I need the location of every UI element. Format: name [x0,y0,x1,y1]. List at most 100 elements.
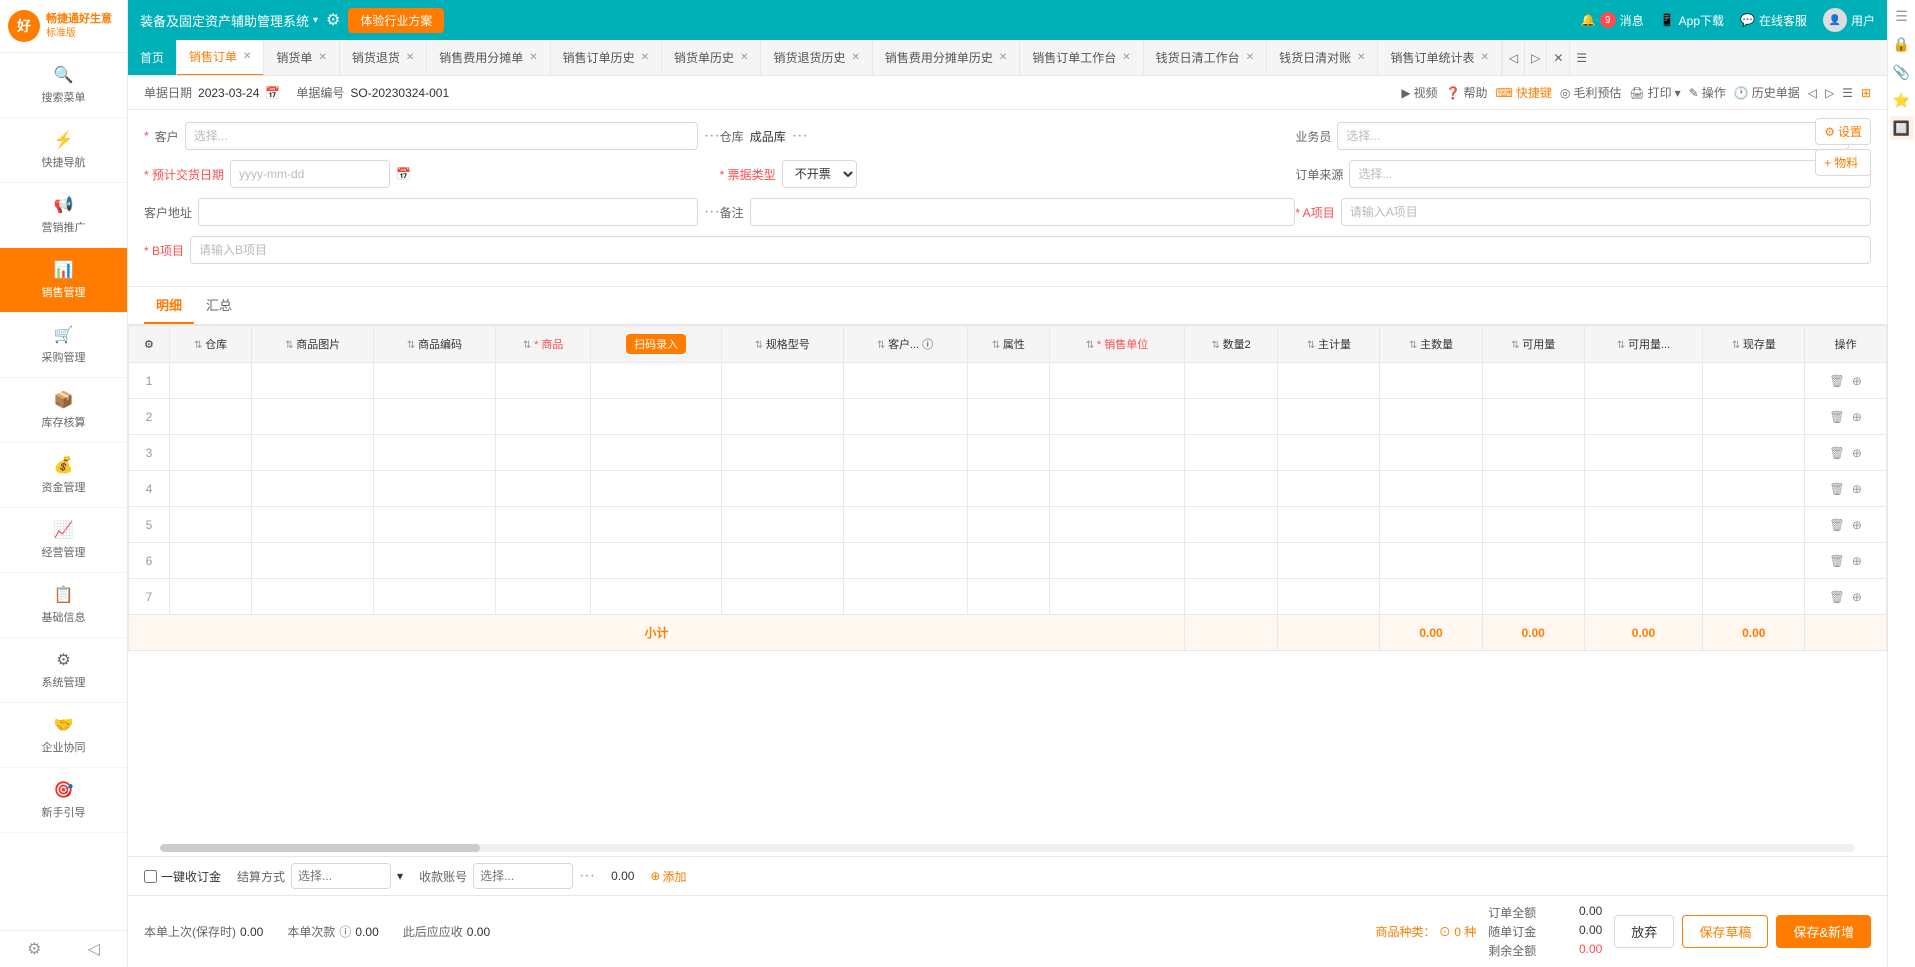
cell-6-12[interactable] [1482,543,1584,579]
cell-7-6[interactable] [843,579,967,615]
cell-2-4[interactable] [591,399,721,435]
cell-6-6[interactable] [843,543,967,579]
tab-close-all-btn[interactable]: ✕ [1546,40,1569,76]
tab-销售订单工作台[interactable]: 销售订单工作台✕ [1020,40,1143,76]
cell-5-7[interactable] [967,507,1049,543]
cell-1-0[interactable] [169,363,251,399]
col-available[interactable]: 可用量 [1482,326,1584,363]
cell-1-4[interactable] [591,363,721,399]
cell-3-0[interactable] [169,435,251,471]
tab-close-icon[interactable]: ✕ [1357,52,1365,63]
sidebar-item-营销推广[interactable]: 📢营销推广 [0,183,127,248]
sidebar-item-销售管理[interactable]: 📊销售管理 [0,248,127,313]
cell-6-0[interactable] [169,543,251,579]
system-settings-icon[interactable]: ⚙ [326,10,340,30]
add-button[interactable]: ⊕ 添加 [650,868,686,885]
cell-4-5[interactable] [721,471,843,507]
nav-prev-btn[interactable]: ◁ [1808,86,1817,100]
tab-销货单[interactable]: 销货单✕ [264,40,339,76]
right-panel-btn-1[interactable]: ☰ [1890,4,1914,28]
row-copy-icon[interactable]: ⊕ [1852,590,1862,604]
cell-3-13[interactable] [1584,435,1703,471]
cell-6-14[interactable] [1703,543,1805,579]
calendar-icon[interactable]: 📅 [265,86,280,100]
sidebar-item-系统管理[interactable]: ⚙系统管理 [0,638,127,703]
cell-4-3[interactable] [495,471,591,507]
tab-menu-btn[interactable]: ☰ [1569,40,1593,76]
cell-7-10[interactable] [1278,579,1380,615]
row-copy-icon[interactable]: ⊕ [1852,554,1862,568]
tab-close-icon[interactable]: ✕ [1246,52,1254,63]
cell-5-1[interactable] [252,507,374,543]
cell-4-9[interactable] [1184,471,1277,507]
tab-销售费用分摊单[interactable]: 销售费用分摊单✕ [427,40,550,76]
sidebar-item-采购管理[interactable]: 🛒采购管理 [0,313,127,378]
settings-bottom-icon[interactable]: ⚙ [27,939,41,959]
cell-3-10[interactable] [1278,435,1380,471]
address-more-icon[interactable]: ··· [704,203,720,221]
cell-3-12[interactable] [1482,435,1584,471]
cell-1-1[interactable] [252,363,374,399]
warehouse-more-icon[interactable]: ··· [792,127,808,145]
cell-6-13[interactable] [1584,543,1703,579]
cell-2-6[interactable] [843,399,967,435]
cell-3-14[interactable] [1703,435,1805,471]
col-product[interactable]: * 商品 [495,326,591,363]
row-copy-icon[interactable]: ⊕ [1852,446,1862,460]
right-panel-btn-5[interactable]: 🔲 [1890,116,1914,140]
cell-2-8[interactable] [1050,399,1185,435]
cell-1-13[interactable] [1584,363,1703,399]
col-sales-unit[interactable]: * 销售单位 [1050,326,1185,363]
row-copy-icon[interactable]: ⊕ [1852,518,1862,532]
cell-7-4[interactable] [591,579,721,615]
cell-2-2[interactable] [374,399,496,435]
cell-7-2[interactable] [374,579,496,615]
col-stock[interactable]: 现存量 [1703,326,1805,363]
operation-btn[interactable]: ✎ 操作 [1689,84,1726,101]
row-copy-icon[interactable]: ⊕ [1852,410,1862,424]
cell-1-2[interactable] [374,363,496,399]
sidebar-item-经营管理[interactable]: 📈经营管理 [0,508,127,573]
payment-input[interactable] [291,863,391,889]
date-value[interactable]: 2023-03-24 [198,86,259,100]
cell-6-8[interactable] [1050,543,1185,579]
b-project-input[interactable] [190,236,1871,264]
col-available2[interactable]: 可用量... [1584,326,1703,363]
cell-1-8[interactable] [1050,363,1185,399]
tab-detail[interactable]: 明细 [144,287,194,324]
cell-2-7[interactable] [967,399,1049,435]
row-delete-icon[interactable]: 🗑 [1829,590,1844,604]
number-value[interactable]: SO-20230324-001 [350,86,449,100]
row-delete-icon[interactable]: 🗑 [1829,410,1844,424]
account-input[interactable] [473,863,573,889]
cell-4-4[interactable] [591,471,721,507]
cell-5-5[interactable] [721,507,843,543]
cell-5-13[interactable] [1584,507,1703,543]
cell-7-3[interactable] [495,579,591,615]
right-panel-btn-4[interactable]: ⭐ [1890,88,1914,112]
tab-close-icon[interactable]: ✕ [1122,52,1130,63]
cell-1-7[interactable] [967,363,1049,399]
cell-4-13[interactable] [1584,471,1703,507]
row-delete-icon[interactable]: 🗑 [1829,518,1844,532]
cell-2-14[interactable] [1703,399,1805,435]
sidebar-item-库存核算[interactable]: 📦库存核算 [0,378,127,443]
cell-1-5[interactable] [721,363,843,399]
layout-list-btn[interactable]: ☰ [1842,86,1853,100]
cell-5-12[interactable] [1482,507,1584,543]
scan-button[interactable]: 扫码录入 [626,334,686,354]
cell-5-9[interactable] [1184,507,1277,543]
cell-5-8[interactable] [1050,507,1185,543]
cell-2-3[interactable] [495,399,591,435]
user-item[interactable]: 👤 用户 [1823,8,1875,32]
tab-销售费用分摊单历史[interactable]: 销售费用分摊单历史✕ [873,40,1020,76]
cell-5-10[interactable] [1278,507,1380,543]
save-new-button[interactable]: 保存&新增 [1776,915,1871,948]
tab-close-icon[interactable]: ✕ [406,52,414,63]
cell-1-9[interactable] [1184,363,1277,399]
tab-销售订单历史[interactable]: 销售订单历史✕ [551,40,662,76]
sidebar-item-搜索菜单[interactable]: 🔍搜索菜单 [0,53,127,118]
tab-close-icon[interactable]: ✕ [999,52,1007,63]
cell-6-3[interactable] [495,543,591,579]
staff-input[interactable] [1337,122,1849,150]
